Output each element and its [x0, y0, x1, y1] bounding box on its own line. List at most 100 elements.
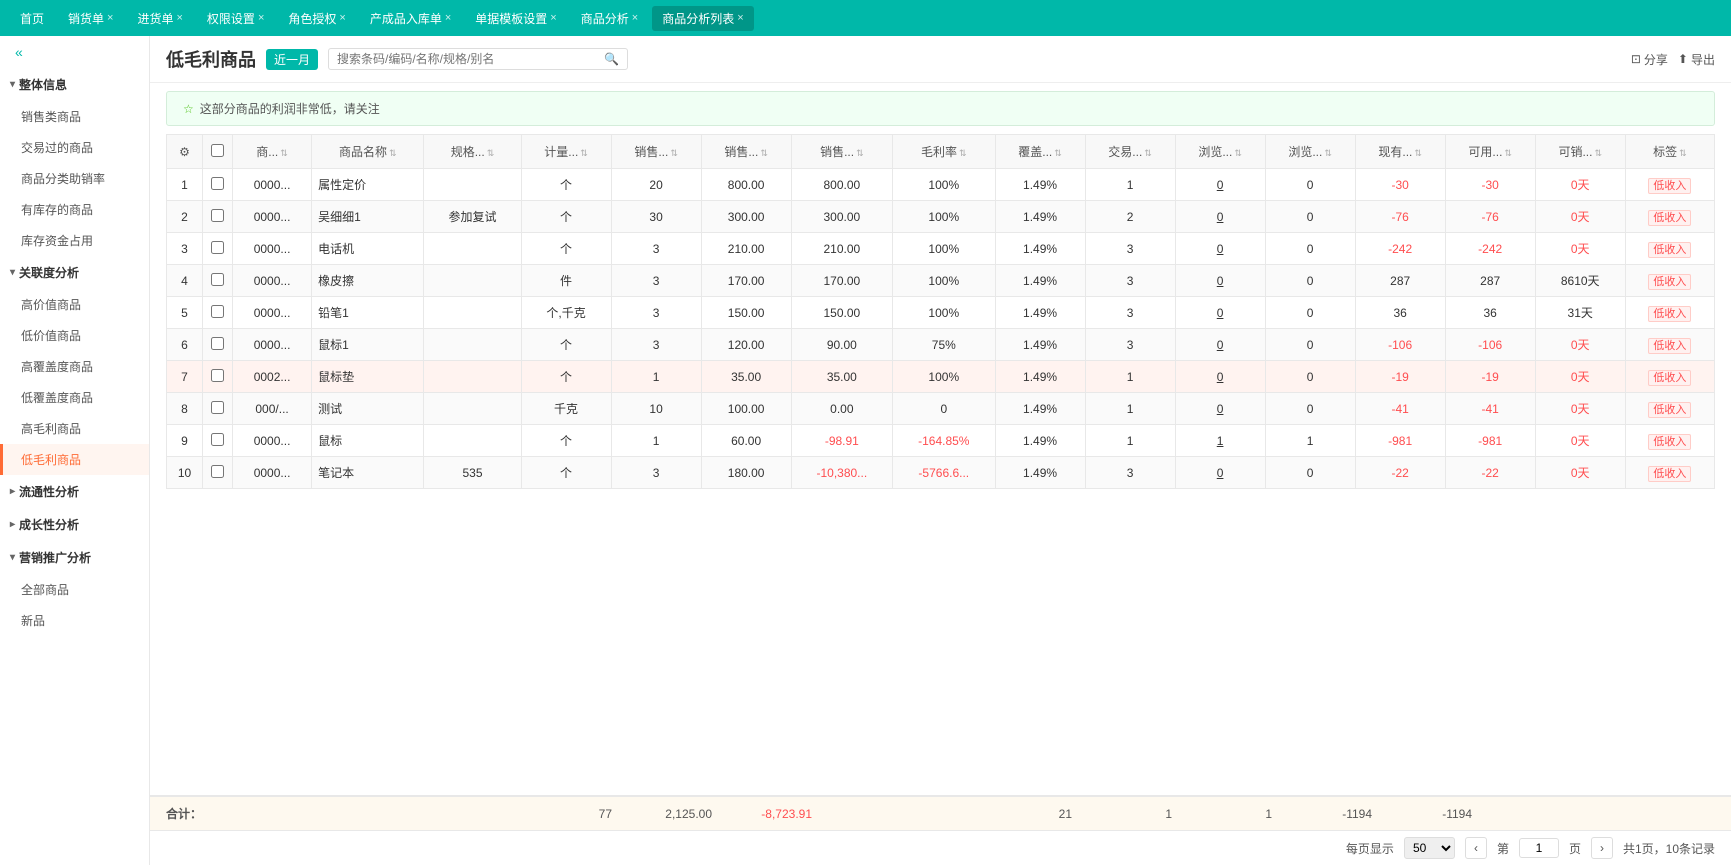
time-filter-tag[interactable]: 近一月 [266, 49, 318, 70]
row-browse1[interactable]: 0 [1175, 233, 1265, 265]
row-browse1[interactable]: 0 [1175, 169, 1265, 201]
row-gross-margin: 100% [893, 201, 995, 233]
row-name[interactable]: 橡皮擦 [312, 265, 424, 297]
col-unit-header: 计量...⇅ [521, 135, 611, 169]
row-code: 0000... [233, 329, 312, 361]
sidebar-section-overall[interactable]: ▾ 整体信息 [0, 68, 149, 101]
row-available: -76 [1445, 201, 1535, 233]
share-button[interactable]: ⊡ 分享 [1631, 51, 1668, 68]
sidebar-section-marketing[interactable]: ▾ 营销推广分析 [0, 541, 149, 574]
row-name[interactable]: 电话机 [312, 233, 424, 265]
row-browse1[interactable]: 0 [1175, 297, 1265, 329]
row-browse1[interactable]: 0 [1175, 329, 1265, 361]
sidebar-section-flow[interactable]: ▸ 流通性分析 [0, 475, 149, 508]
row-name[interactable]: 属性定价 [312, 169, 424, 201]
footer-trade: 21 [1002, 807, 1082, 821]
nav-close-sales[interactable]: × [107, 12, 113, 24]
row-name[interactable]: 鼠标1 [312, 329, 424, 361]
sidebar-item-low-margin[interactable]: 低毛利商品 [0, 444, 149, 475]
sidebar-item-low-value[interactable]: 低价值商品 [0, 320, 149, 351]
search-input[interactable] [337, 52, 604, 66]
nav-close-template[interactable]: × [550, 12, 556, 24]
sidebar-item-high-coverage[interactable]: 高覆盖度商品 [0, 351, 149, 382]
row-browse2: 0 [1265, 233, 1355, 265]
select-all-checkbox[interactable] [211, 144, 224, 157]
nav-close-analysis[interactable]: × [632, 12, 638, 24]
nav-product-inbound[interactable]: 产成品入库单 × [360, 6, 461, 31]
col-checkbox-header[interactable] [203, 135, 233, 169]
export-button[interactable]: ⬆ 导出 [1678, 51, 1715, 68]
nav-sales-order[interactable]: 销货单 × [58, 6, 123, 31]
sidebar-item-low-coverage[interactable]: 低覆盖度商品 [0, 382, 149, 413]
table-container: ⚙ 商...⇅ 商品名称⇅ 规格...⇅ 计量...⇅ 销售...⇅ 销售...… [150, 134, 1731, 795]
row-checkbox[interactable] [203, 361, 233, 393]
row-browse1[interactable]: 0 [1175, 393, 1265, 425]
row-sale-price: 210.00 [701, 233, 791, 265]
sidebar-item-all-products[interactable]: 全部商品 [0, 574, 149, 605]
row-saleable: 31天 [1535, 297, 1625, 329]
sidebar-section-association[interactable]: ▾ 关联度分析 [0, 256, 149, 289]
nav-product-analysis-list[interactable]: 商品分析列表 × [652, 6, 753, 31]
search-icon[interactable]: 🔍 [604, 52, 619, 66]
row-name[interactable]: 测试 [312, 393, 424, 425]
row-checkbox[interactable] [203, 297, 233, 329]
row-tag: 低收入 [1625, 169, 1714, 201]
prev-page-button[interactable]: ‹ [1465, 837, 1487, 859]
sidebar-item-sales-products[interactable]: 销售类商品 [0, 101, 149, 132]
row-checkbox[interactable] [203, 329, 233, 361]
row-name[interactable]: 吴细细1 [312, 201, 424, 233]
sidebar-item-new-products[interactable]: 新品 [0, 605, 149, 636]
row-name[interactable]: 铅笔1 [312, 297, 424, 329]
sidebar-item-traded-products[interactable]: 交易过的商品 [0, 132, 149, 163]
arrow-icon-2: ▾ [10, 267, 15, 278]
nav-permission-settings[interactable]: 权限设置 × [197, 6, 274, 31]
row-browse1[interactable]: 0 [1175, 361, 1265, 393]
sidebar-item-in-stock[interactable]: 有库存的商品 [0, 194, 149, 225]
row-unit: 个 [521, 425, 611, 457]
row-browse1[interactable]: 1 [1175, 425, 1265, 457]
nav-product-analysis[interactable]: 商品分析 × [571, 6, 648, 31]
row-checkbox[interactable] [203, 393, 233, 425]
row-trade: 1 [1085, 393, 1175, 425]
row-tag: 低收入 [1625, 393, 1714, 425]
nav-close-product[interactable]: × [445, 12, 451, 24]
page-label: 第 [1497, 840, 1509, 857]
nav-close-list[interactable]: × [737, 12, 743, 24]
row-browse1[interactable]: 0 [1175, 201, 1265, 233]
row-name[interactable]: 鼠标垫 [312, 361, 424, 393]
row-browse1[interactable]: 0 [1175, 265, 1265, 297]
col-settings[interactable]: ⚙ [167, 135, 203, 169]
sidebar-item-category-rate[interactable]: 商品分类助销率 [0, 163, 149, 194]
row-tag: 低收入 [1625, 201, 1714, 233]
sidebar-item-high-margin[interactable]: 高毛利商品 [0, 413, 149, 444]
nav-close-role[interactable]: × [339, 12, 345, 24]
row-no: 1 [167, 169, 203, 201]
row-checkbox[interactable] [203, 169, 233, 201]
nav-home[interactable]: 首页 [10, 6, 54, 31]
sidebar-collapse-btn[interactable]: « [10, 44, 28, 60]
row-unit: 个 [521, 233, 611, 265]
sidebar-section-growth[interactable]: ▸ 成长性分析 [0, 508, 149, 541]
next-page-button[interactable]: › [1591, 837, 1613, 859]
row-checkbox[interactable] [203, 425, 233, 457]
row-code: 0000... [233, 425, 312, 457]
row-coverage: 1.49% [995, 457, 1085, 489]
nav-role-auth[interactable]: 角色授权 × [278, 6, 355, 31]
row-checkbox[interactable] [203, 201, 233, 233]
page-number-input[interactable] [1519, 838, 1559, 858]
nav-purchase-order[interactable]: 进货单 × [127, 6, 192, 31]
nav-close-permission[interactable]: × [258, 12, 264, 24]
row-checkbox[interactable] [203, 265, 233, 297]
nav-template-settings[interactable]: 单据模板设置 × [465, 6, 566, 31]
row-code: 0000... [233, 169, 312, 201]
row-browse1[interactable]: 0 [1175, 457, 1265, 489]
row-name[interactable]: 鼠标 [312, 425, 424, 457]
row-checkbox[interactable] [203, 457, 233, 489]
col-sale-qty-header: 销售...⇅ [611, 135, 701, 169]
row-checkbox[interactable] [203, 233, 233, 265]
per-page-select[interactable]: 50 100 200 [1404, 837, 1455, 859]
row-name[interactable]: 笔记本 [312, 457, 424, 489]
nav-close-purchase[interactable]: × [176, 12, 182, 24]
sidebar-item-high-value[interactable]: 高价值商品 [0, 289, 149, 320]
sidebar-item-inventory-capital[interactable]: 库存资金占用 [0, 225, 149, 256]
